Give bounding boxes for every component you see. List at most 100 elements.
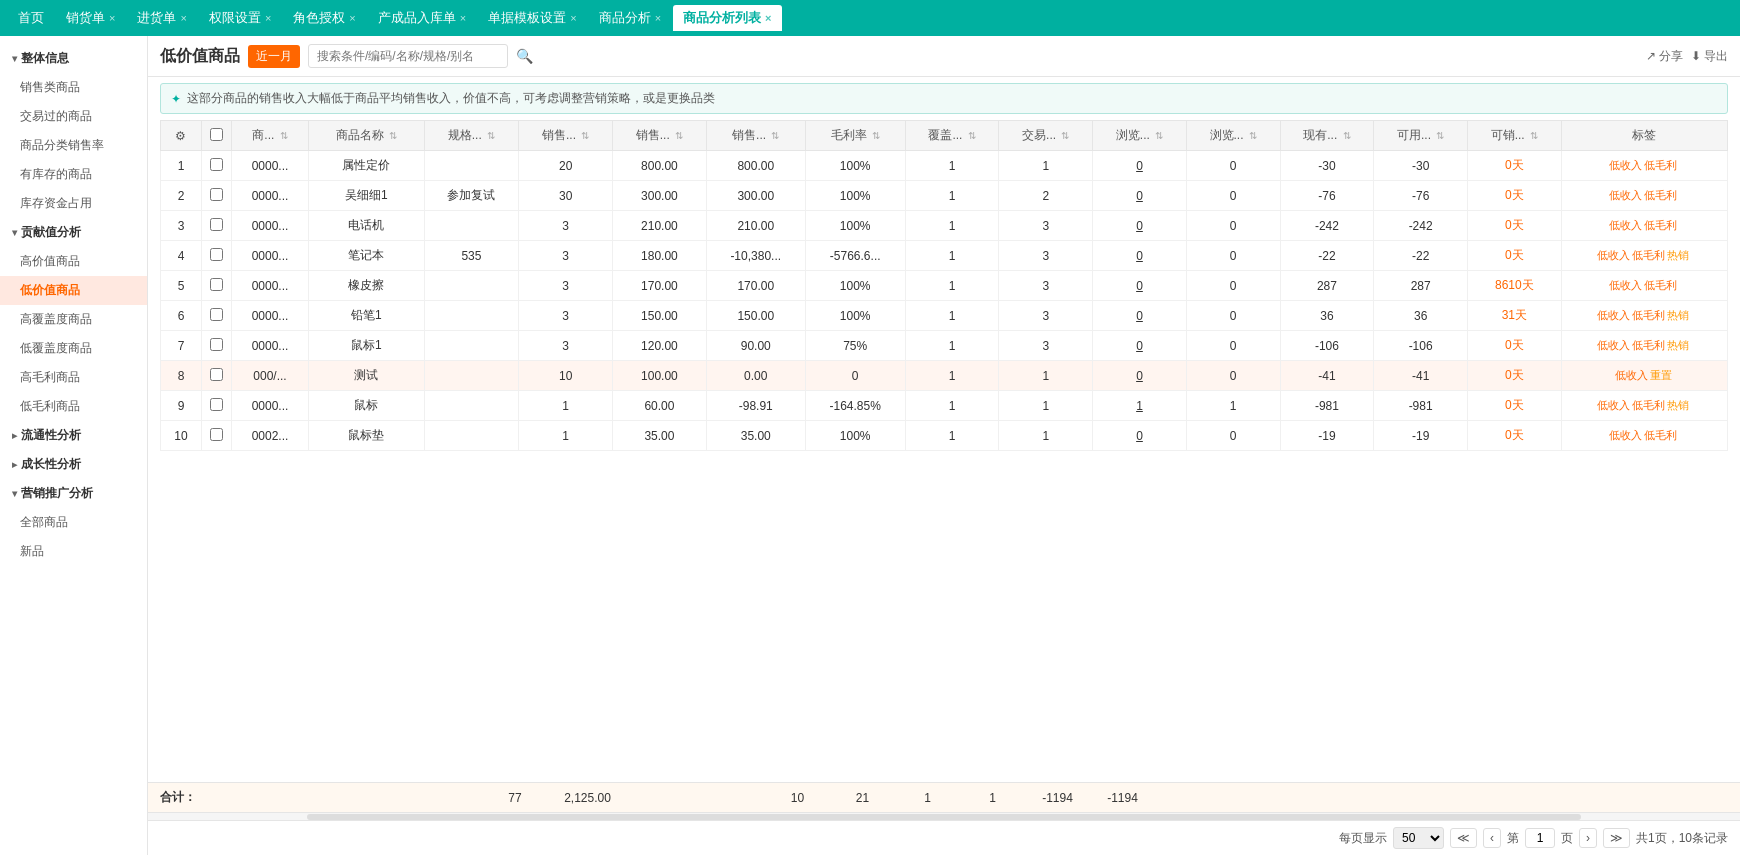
sidebar-group-contribution[interactable]: ▾ 贡献值分析 <box>0 218 147 247</box>
cell-browse1[interactable]: 0 <box>1093 181 1187 211</box>
last-page-button[interactable]: ≫ <box>1603 828 1630 848</box>
nav-sales[interactable]: 销货单 × <box>56 5 125 31</box>
col-settings[interactable]: ⚙ <box>161 121 202 151</box>
cell-checkbox[interactable] <box>201 331 231 361</box>
row-checkbox[interactable] <box>210 368 223 381</box>
nav-close-analysis[interactable]: × <box>655 12 661 24</box>
search-input[interactable] <box>308 44 508 68</box>
col-margin[interactable]: 毛利率 ⇅ <box>805 121 905 151</box>
cell-browse1[interactable]: 1 <box>1093 391 1187 421</box>
col-trade[interactable]: 交易... ⇅ <box>999 121 1093 151</box>
cell-checkbox[interactable] <box>201 151 231 181</box>
nav-close-product-in[interactable]: × <box>460 12 466 24</box>
cell-checkbox[interactable] <box>201 361 231 391</box>
col-spec[interactable]: 规格... ⇅ <box>424 121 519 151</box>
cell-browse1[interactable]: 0 <box>1093 331 1187 361</box>
col-stock1[interactable]: 现有... ⇅ <box>1280 121 1374 151</box>
nav-analysis[interactable]: 商品分析 × <box>589 5 671 31</box>
first-page-button[interactable]: ≪ <box>1450 828 1477 848</box>
row-checkbox[interactable] <box>210 188 223 201</box>
browse-link[interactable]: 0 <box>1136 339 1143 353</box>
per-page-select[interactable]: 50 100 200 <box>1393 827 1444 849</box>
cell-browse1[interactable]: 0 <box>1093 211 1187 241</box>
browse-link[interactable]: 0 <box>1136 159 1143 173</box>
sidebar-item-traded-goods[interactable]: 交易过的商品 <box>0 102 147 131</box>
col-days[interactable]: 可销... ⇅ <box>1468 121 1562 151</box>
browse-link[interactable]: 1 <box>1136 399 1143 413</box>
browse-link[interactable]: 0 <box>1136 309 1143 323</box>
row-checkbox[interactable] <box>210 218 223 231</box>
share-button[interactable]: ↗ 分享 <box>1646 48 1683 65</box>
row-checkbox[interactable] <box>210 158 223 171</box>
cell-checkbox[interactable] <box>201 391 231 421</box>
sidebar-item-low-coverage[interactable]: 低覆盖度商品 <box>0 334 147 363</box>
nav-template[interactable]: 单据模板设置 × <box>478 5 586 31</box>
sidebar-item-high-coverage[interactable]: 高覆盖度商品 <box>0 305 147 334</box>
nav-close-sales[interactable]: × <box>109 12 115 24</box>
nav-role[interactable]: 角色授权 × <box>283 5 365 31</box>
sidebar-item-stocked-goods[interactable]: 有库存的商品 <box>0 160 147 189</box>
col-qty[interactable]: 销售... ⇅ <box>519 121 613 151</box>
nav-close-role[interactable]: × <box>349 12 355 24</box>
col-browse1[interactable]: 浏览... ⇅ <box>1093 121 1187 151</box>
cell-checkbox[interactable] <box>201 421 231 451</box>
sidebar-item-new-goods[interactable]: 新品 <box>0 537 147 566</box>
col-stock2[interactable]: 可用... ⇅ <box>1374 121 1468 151</box>
cell-checkbox[interactable] <box>201 271 231 301</box>
next-page-button[interactable]: › <box>1579 828 1597 848</box>
nav-close-template[interactable]: × <box>570 12 576 24</box>
prev-page-button[interactable]: ‹ <box>1483 828 1501 848</box>
col-sale2[interactable]: 销售... ⇅ <box>706 121 805 151</box>
row-checkbox[interactable] <box>210 278 223 291</box>
col-cover[interactable]: 覆盖... ⇅ <box>905 121 999 151</box>
row-checkbox[interactable] <box>210 308 223 321</box>
row-checkbox[interactable] <box>210 428 223 441</box>
sidebar-item-sales-goods[interactable]: 销售类商品 <box>0 73 147 102</box>
cell-browse1[interactable]: 0 <box>1093 361 1187 391</box>
nav-home[interactable]: 首页 <box>8 5 54 31</box>
cell-browse1[interactable]: 0 <box>1093 271 1187 301</box>
browse-link[interactable]: 0 <box>1136 189 1143 203</box>
cell-browse1[interactable]: 0 <box>1093 421 1187 451</box>
sidebar-item-high-margin[interactable]: 高毛利商品 <box>0 363 147 392</box>
browse-link[interactable]: 0 <box>1136 219 1143 233</box>
sidebar-group-growth[interactable]: ▸ 成长性分析 <box>0 450 147 479</box>
nav-product-in[interactable]: 产成品入库单 × <box>368 5 476 31</box>
col-code[interactable]: 商... ⇅ <box>231 121 308 151</box>
nav-permission[interactable]: 权限设置 × <box>199 5 281 31</box>
page-number-input[interactable] <box>1525 828 1555 848</box>
cell-checkbox[interactable] <box>201 301 231 331</box>
col-sale1[interactable]: 销售... ⇅ <box>613 121 707 151</box>
sidebar-group-flow[interactable]: ▸ 流通性分析 <box>0 421 147 450</box>
nav-analysis-list[interactable]: 商品分析列表 × <box>673 5 781 31</box>
export-button[interactable]: ⬇ 导出 <box>1691 48 1728 65</box>
sidebar-group-overall[interactable]: ▾ 整体信息 <box>0 44 147 73</box>
filter-button[interactable]: 近一月 <box>248 45 300 68</box>
row-checkbox[interactable] <box>210 248 223 261</box>
nav-purchase[interactable]: 进货单 × <box>127 5 196 31</box>
sidebar-item-low-value[interactable]: 低价值商品 <box>0 276 147 305</box>
sidebar-item-stock-capital[interactable]: 库存资金占用 <box>0 189 147 218</box>
cell-browse1[interactable]: 0 <box>1093 241 1187 271</box>
cell-checkbox[interactable] <box>201 211 231 241</box>
row-checkbox[interactable] <box>210 338 223 351</box>
nav-close-permission[interactable]: × <box>265 12 271 24</box>
col-browse2[interactable]: 浏览... ⇅ <box>1186 121 1280 151</box>
col-name[interactable]: 商品名称 ⇅ <box>309 121 424 151</box>
sidebar-item-all-goods[interactable]: 全部商品 <box>0 508 147 537</box>
browse-link[interactable]: 0 <box>1136 369 1143 383</box>
nav-close-purchase[interactable]: × <box>180 12 186 24</box>
cell-checkbox[interactable] <box>201 241 231 271</box>
cell-browse1[interactable]: 0 <box>1093 301 1187 331</box>
nav-close-analysis-list[interactable]: × <box>765 12 771 24</box>
cell-browse1[interactable]: 0 <box>1093 151 1187 181</box>
select-all-checkbox[interactable] <box>210 128 223 141</box>
browse-link[interactable]: 0 <box>1136 429 1143 443</box>
sidebar-item-category-rate[interactable]: 商品分类销售率 <box>0 131 147 160</box>
row-checkbox[interactable] <box>210 398 223 411</box>
sidebar-item-high-value[interactable]: 高价值商品 <box>0 247 147 276</box>
col-checkbox[interactable] <box>201 121 231 151</box>
sidebar-item-low-margin[interactable]: 低毛利商品 <box>0 392 147 421</box>
browse-link[interactable]: 0 <box>1136 249 1143 263</box>
sidebar-group-marketing[interactable]: ▾ 营销推广分析 <box>0 479 147 508</box>
